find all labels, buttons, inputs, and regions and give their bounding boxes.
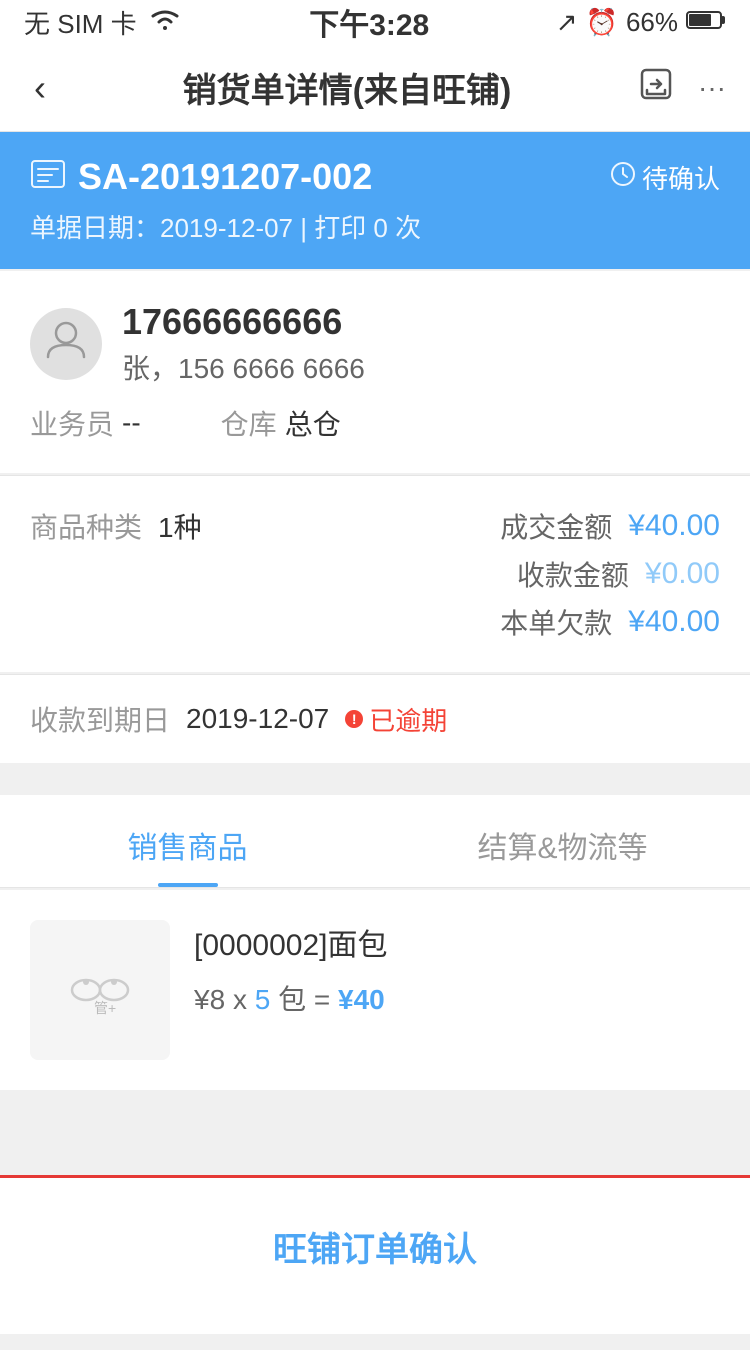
price-equals: =: [314, 984, 338, 1015]
warehouse-field: 仓库 总仓: [221, 403, 341, 443]
customer-meta: 业务员 -- 仓库 总仓: [30, 403, 720, 443]
product-info: [0000002]面包 ¥8 x 5 包 = ¥40: [194, 920, 720, 1018]
customer-phone: 17666666666: [122, 301, 365, 343]
wifi-icon: [147, 6, 183, 39]
confirm-button-wrapper: 旺铺订单确认: [0, 1175, 750, 1334]
tabs: 销售商品 结算&物流等: [0, 795, 750, 888]
tab-settlement[interactable]: 结算&物流等: [375, 795, 750, 887]
clock-icon: [610, 161, 636, 194]
product-list: 管+ [0000002]面包 ¥8 x 5 包 = ¥40: [0, 890, 750, 1090]
location-icon: ↗: [556, 7, 578, 38]
order-icon: [30, 156, 66, 198]
svg-text:管+: 管+: [94, 1000, 116, 1016]
warehouse-label: 仓库: [221, 403, 277, 443]
salesperson-field: 业务员 --: [30, 403, 141, 443]
nav-bar: ‹ 销货单详情(来自旺铺) ···: [0, 44, 750, 132]
amount-value: ¥40.00: [628, 509, 720, 543]
product-name: [0000002]面包: [194, 920, 720, 964]
product-type-field: 商品种类 1种: [30, 506, 202, 546]
nav-actions: ···: [638, 66, 726, 109]
salesperson-label: 业务员: [30, 403, 114, 443]
confirm-order-button[interactable]: 旺铺订单确认: [30, 1198, 720, 1294]
amount-fields: 成交金额 ¥40.00 收款金额 ¥0.00 本单欠款 ¥40.00: [500, 506, 720, 642]
order-date: 单据日期：2019-12-07 | 打印 0 次: [30, 208, 720, 245]
product-price: ¥8 x 5 包 = ¥40: [194, 978, 720, 1018]
carrier-text: 无 SIM 卡: [24, 4, 137, 41]
qty-value: 5: [255, 984, 271, 1015]
avatar-icon: [44, 317, 88, 371]
product-thumbnail: 管+: [30, 920, 170, 1060]
total-value: ¥40: [338, 984, 385, 1015]
type-value: 1种: [158, 506, 202, 546]
tab-products[interactable]: 销售商品: [0, 795, 375, 887]
status-right: ↗ ⏰ 66%: [556, 7, 726, 38]
balance-row: 本单欠款 ¥40.00: [500, 602, 720, 642]
price-multiply: x: [233, 984, 255, 1015]
battery-text: 66%: [626, 7, 678, 38]
payment-row: 收款金额 ¥0.00: [517, 554, 720, 594]
order-status: 待确认: [610, 159, 720, 196]
avatar: [30, 308, 102, 380]
amount-label: 成交金额: [500, 506, 612, 546]
amount-row: 成交金额 ¥40.00: [500, 506, 720, 546]
overdue-icon: !: [345, 710, 363, 728]
due-date-card: 收款到期日 2019-12-07 ! 已逾期: [0, 675, 750, 763]
alarm-icon: ⏰: [586, 7, 618, 38]
back-button[interactable]: ‹: [24, 57, 56, 119]
payment-label: 收款金额: [517, 554, 629, 594]
salesperson-value: --: [122, 407, 141, 439]
status-carrier: 无 SIM 卡: [24, 4, 183, 41]
customer-card: 17666666666 张，156 6666 6666 业务员 -- 仓库 总仓: [0, 271, 750, 473]
summary-card: 商品种类 1种 成交金额 ¥40.00 收款金额 ¥0.00 本单欠款 ¥40.…: [0, 476, 750, 672]
price-value: ¥8: [194, 984, 225, 1015]
more-button[interactable]: ···: [698, 72, 726, 104]
status-bar: 无 SIM 卡 下午3:28 ↗ ⏰ 66%: [0, 0, 750, 44]
customer-name: 张，156 6666 6666: [122, 347, 365, 387]
type-label: 商品种类: [30, 506, 142, 546]
unit-value: 包: [278, 984, 306, 1015]
warehouse-value: 总仓: [285, 403, 341, 443]
order-header: SA-20191207-002 待确认 单据日期：2019-12-07 | 打印…: [0, 132, 750, 269]
product-item: 管+ [0000002]面包 ¥8 x 5 包 = ¥40: [30, 920, 720, 1060]
page-title: 销货单详情(来自旺铺): [183, 63, 512, 112]
payment-value: ¥0.00: [645, 557, 720, 591]
battery-icon: [686, 7, 726, 38]
due-date-value: 2019-12-07: [186, 703, 329, 735]
balance-label: 本单欠款: [500, 602, 612, 642]
product-thumb-placeholder: 管+: [60, 960, 140, 1020]
customer-info: 17666666666 张，156 6666 6666: [122, 301, 365, 387]
status-time: 下午3:28: [309, 0, 429, 44]
overdue-badge: ! 已逾期: [345, 701, 447, 738]
balance-value: ¥40.00: [628, 605, 720, 639]
order-id: SA-20191207-002: [30, 156, 372, 198]
overdue-text: 已逾期: [369, 701, 447, 738]
due-label: 收款到期日: [30, 699, 170, 739]
share-button[interactable]: [638, 66, 674, 109]
